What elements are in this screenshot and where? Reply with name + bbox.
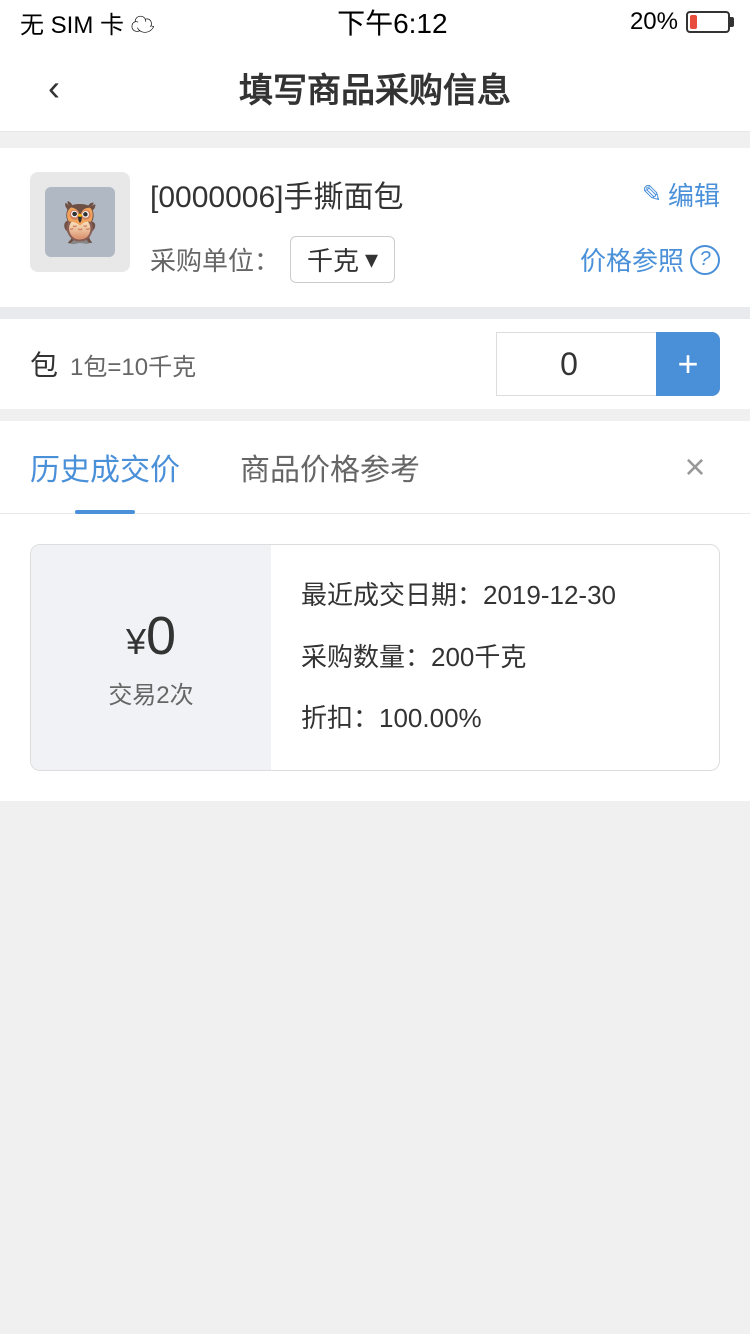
sim-label: 无 SIM 卡 ☁ — [20, 5, 155, 40]
recent-date-row: 最近成交日期：2019-12-30 — [301, 575, 689, 617]
price-ref-button[interactable]: 价格参照 ? — [580, 241, 720, 278]
battery-icon — [686, 11, 730, 33]
tab-product-price-ref[interactable]: 商品价格参考 — [240, 421, 420, 513]
edit-label: 编辑 — [668, 176, 720, 213]
product-section: 🦉 [0000006]手撕面包 ✎ 编辑 采购单位： 千克 ▾ — [0, 148, 750, 307]
edit-button[interactable]: ✎ 编辑 — [642, 176, 720, 213]
quantity-input[interactable] — [496, 332, 656, 396]
main-content: 历史成交价 商品价格参考 × ¥0 交易2次 最近成交日期：2019-12-30 — [0, 421, 750, 1121]
price-card-left: ¥0 交易2次 — [31, 545, 271, 770]
price-currency: ¥ — [126, 621, 146, 662]
section-divider — [0, 307, 750, 319]
page-title: 填写商品采购信息 — [239, 63, 511, 112]
tabs-close-button[interactable]: × — [670, 442, 720, 492]
purchase-qty-value: 200千克 — [431, 642, 526, 672]
tab-history-price[interactable]: 历史成交价 — [30, 421, 180, 513]
unit-equiv: 1包=10千克 — [70, 347, 196, 382]
dropdown-icon: ▾ — [365, 244, 378, 275]
product-logo-icon: 🦉 — [55, 199, 105, 246]
tabs-header: 历史成交价 商品价格参考 × — [0, 421, 750, 514]
price-display: ¥0 — [126, 605, 176, 667]
help-icon: ? — [690, 245, 720, 275]
status-left: 无 SIM 卡 ☁ — [20, 5, 155, 40]
status-time: 下午6:12 — [337, 2, 448, 42]
recent-date-value: 2019-12-30 — [483, 580, 616, 610]
price-amount: 0 — [146, 606, 176, 666]
battery-percent: 20% — [630, 8, 678, 36]
unit-left: 采购单位： 千克 ▾ — [150, 236, 395, 283]
price-card: ¥0 交易2次 最近成交日期：2019-12-30 采购数量：200千克 折扣：… — [30, 544, 720, 771]
edit-icon: ✎ — [642, 180, 662, 209]
unit-select[interactable]: 千克 ▾ — [290, 236, 395, 283]
product-header: 🦉 [0000006]手撕面包 ✎ 编辑 采购单位： 千克 ▾ — [30, 172, 720, 283]
discount-value: 100.00% — [379, 703, 482, 733]
quantity-label: 包 1包=10千克 — [30, 344, 196, 384]
tabs-container: 历史成交价 商品价格参考 × ¥0 交易2次 最近成交日期：2019-12-30 — [0, 421, 750, 801]
quantity-controls: + — [496, 332, 720, 396]
nav-bar: ‹ 填写商品采购信息 — [0, 44, 750, 132]
purchase-unit-row: 采购单位： 千克 ▾ 价格参照 ? — [150, 236, 720, 283]
product-info: [0000006]手撕面包 ✎ 编辑 采购单位： 千克 ▾ 价格参照 ? — [150, 172, 720, 283]
price-ref-label: 价格参照 — [580, 241, 684, 278]
status-right: 20% — [630, 8, 730, 36]
price-trades: 交易2次 — [108, 675, 193, 710]
discount-label: 折扣： — [301, 703, 379, 733]
unit-label: 包 — [30, 344, 58, 384]
purchase-qty-row: 采购数量：200千克 — [301, 637, 689, 679]
product-thumbnail: 🦉 — [30, 172, 130, 272]
recent-date-label: 最近成交日期： — [301, 580, 483, 610]
purchase-unit-label: 采购单位： — [150, 241, 280, 278]
quantity-row: 包 1包=10千克 + — [0, 319, 750, 409]
purchase-qty-label: 采购数量： — [301, 642, 431, 672]
product-name: [0000006]手撕面包 — [150, 172, 403, 216]
history-price-content: ¥0 交易2次 最近成交日期：2019-12-30 采购数量：200千克 折扣：… — [0, 514, 750, 801]
product-name-row: [0000006]手撕面包 ✎ 编辑 — [150, 172, 720, 216]
status-bar: 无 SIM 卡 ☁ 下午6:12 20% — [0, 0, 750, 44]
discount-row: 折扣：100.00% — [301, 698, 689, 740]
unit-value: 千克 — [307, 241, 359, 278]
price-card-right: 最近成交日期：2019-12-30 采购数量：200千克 折扣：100.00% — [271, 545, 719, 770]
back-button[interactable]: ‹ — [24, 58, 84, 118]
quantity-plus-button[interactable]: + — [656, 332, 720, 396]
